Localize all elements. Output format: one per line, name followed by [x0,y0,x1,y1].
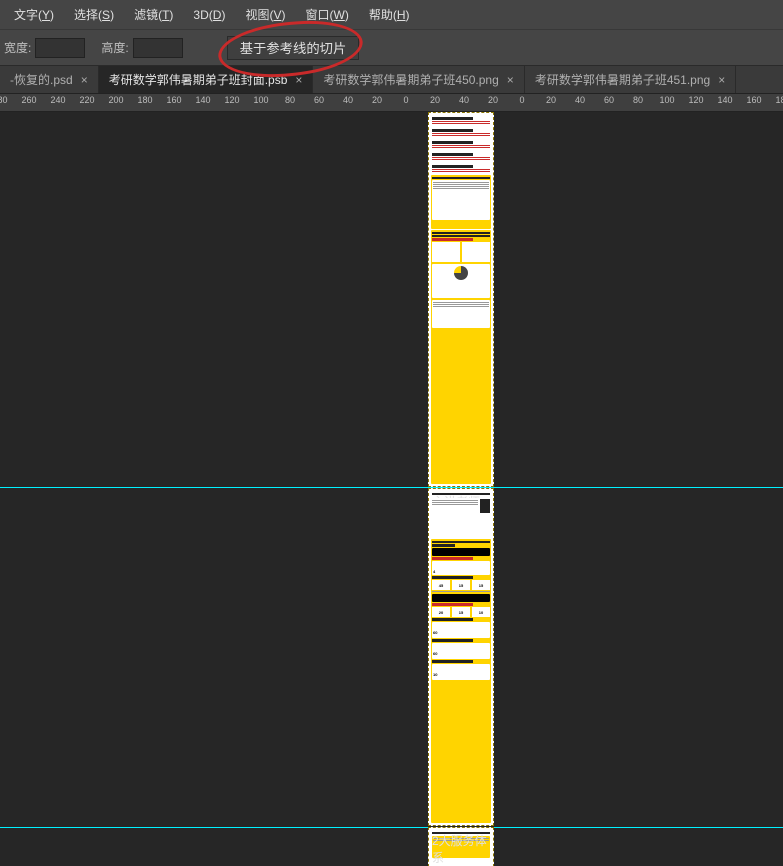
width-label: 宽度: [4,39,31,56]
tab-450-png[interactable]: 考研数学郭伟暑期弟子班450.png × [313,66,524,93]
ruler-tick: 20 [425,94,445,106]
tab-title: 考研数学郭伟暑期弟子班封面.psb [109,71,288,88]
ruler-tick: 60 [599,94,619,106]
guide-line[interactable] [0,827,783,828]
ruler-tick: 0 [512,94,532,106]
teacher-card [431,498,491,538]
canvas[interactable]: 主讲老师 4 451515 201510 60 60 [0,112,783,866]
ruler-tick: 40 [338,94,358,106]
ruler-tick: 240 [48,94,68,106]
section-heading: 主讲老师 [431,491,491,497]
options-bar: 宽度: 高度: 基于参考线的切片 [0,30,783,66]
ruler-tick: 200 [106,94,126,106]
ruler-tick: 0 [396,94,416,106]
slice-3[interactable]: 2大服务体系 [428,827,494,866]
ruler-tick: 140 [715,94,735,106]
ruler-tick: 120 [686,94,706,106]
avatar [480,499,490,513]
width-input[interactable] [35,38,85,58]
menu-select[interactable]: 选择(S) [64,1,124,28]
close-icon[interactable]: × [81,73,88,87]
menu-filter[interactable]: 滤镜(T) [124,1,183,28]
horizontal-ruler: 2802602402202001801601401201008060402002… [0,94,783,112]
slice-from-guides-button[interactable]: 基于参考线的切片 [227,36,360,60]
slice-1[interactable] [428,112,494,487]
ruler-tick: 20 [541,94,561,106]
ruler-tick: 100 [657,94,677,106]
tab-451-png[interactable]: 考研数学郭伟暑期弟子班451.png × [525,66,736,93]
tab-recovered-psd[interactable]: -恢复的.psd × [0,66,99,93]
close-icon[interactable]: × [507,73,514,87]
section-heading: 2大服务体系 [431,830,491,859]
ruler-tick: 280 [0,94,10,106]
ruler-tick: 120 [222,94,242,106]
tab-cover-psb[interactable]: 考研数学郭伟暑期弟子班封面.psb × [99,66,314,93]
menu-window[interactable]: 窗口(W) [295,1,358,28]
ruler-tick: 40 [570,94,590,106]
document-content: 主讲老师 4 451515 201510 60 60 [428,112,494,866]
ruler-tick: 60 [309,94,329,106]
list-item [431,151,491,162]
data-card [431,230,491,484]
height-input[interactable] [133,38,183,58]
tab-title: 考研数学郭伟暑期弟子班450.png [323,71,498,88]
menu-view[interactable]: 视图(V) [235,1,295,28]
ruler-tick: 20 [483,94,503,106]
data-card: 4 451515 201510 60 60 10 [431,539,491,823]
ruler-tick: 80 [280,94,300,106]
ruler-tick: 100 [251,94,271,106]
menu-3d[interactable]: 3D(D) [183,3,235,27]
ruler-tick: 80 [628,94,648,106]
close-icon[interactable]: × [718,73,725,87]
menu-help[interactable]: 帮助(H) [359,1,420,28]
tab-title: 考研数学郭伟暑期弟子班451.png [535,71,710,88]
ruler-tick: 140 [193,94,213,106]
list-item [431,139,491,150]
data-card [431,175,491,229]
menu-bar: 文字(Y) 选择(S) 滤镜(T) 3D(D) 视图(V) 窗口(W) 帮助(H… [0,0,783,30]
ruler-tick: 220 [77,94,97,106]
document-tabs: -恢复的.psd × 考研数学郭伟暑期弟子班封面.psb × 考研数学郭伟暑期弟… [0,66,783,94]
tab-title: -恢复的.psd [10,71,73,88]
menu-text[interactable]: 文字(Y) [4,1,64,28]
ruler-tick: 260 [19,94,39,106]
pie-chart-icon [454,266,468,280]
list-item [431,127,491,138]
ruler-tick: 160 [744,94,764,106]
ruler-tick: 180 [135,94,155,106]
list-item [431,115,491,126]
ruler-tick: 40 [454,94,474,106]
slice-2[interactable]: 主讲老师 4 451515 201510 60 60 [428,488,494,826]
close-icon[interactable]: × [295,73,302,87]
guide-line[interactable] [0,487,783,488]
list-item [431,163,491,174]
ruler-tick: 20 [367,94,387,106]
ruler-tick: 180 [773,94,783,106]
height-label: 高度: [101,39,128,56]
ruler-tick: 160 [164,94,184,106]
